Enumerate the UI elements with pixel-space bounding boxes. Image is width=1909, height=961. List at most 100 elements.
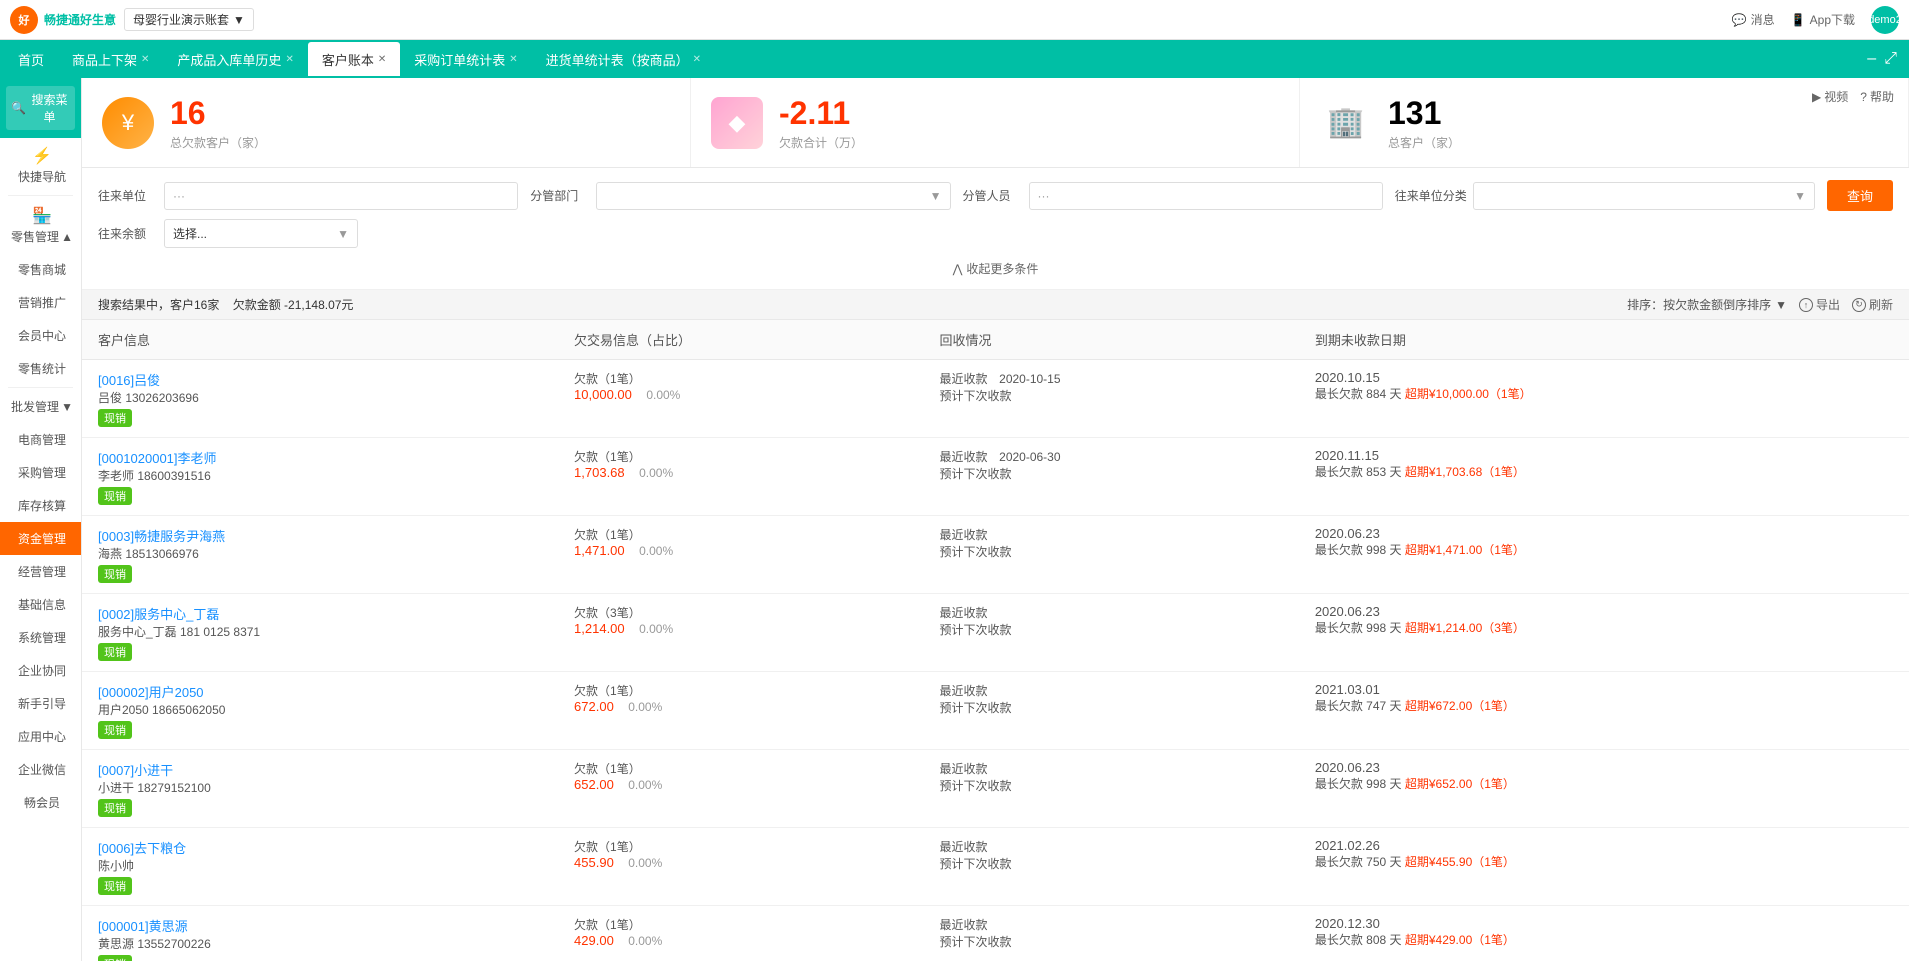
debt-amount: 1,703.68 <box>574 465 625 480</box>
sidebar-item-wholesale-mgmt[interactable]: 批发管理 ▼ <box>0 390 81 423</box>
debt-pct: 0.00% <box>628 700 662 714</box>
sidebar-item-member-center[interactable]: 会员中心 <box>0 319 81 352</box>
overdue-days: 最长欠款 884 天 <box>1315 387 1405 401</box>
balance-value: 选择... <box>173 225 207 242</box>
filter-manager: 分管人员 <box>963 182 1383 210</box>
close-tab-icon[interactable]: ✕ <box>378 54 386 65</box>
search-button[interactable]: 查询 <box>1827 180 1893 211</box>
balance-select[interactable]: 选择... ▼ <box>164 219 358 248</box>
latest-label: 最近收款 <box>940 916 1283 933</box>
sidebar-item-purchase[interactable]: 采购管理 <box>0 456 81 489</box>
recovery-cell: 最近收款 预计下次收款 <box>924 594 1299 672</box>
close-tab-icon[interactable]: ✕ <box>285 54 293 65</box>
due-date-cell: 2020.06.23 最长欠款 998 天 超期¥1,471.00（1笔） <box>1299 516 1909 594</box>
minimize-icon[interactable]: – <box>1867 50 1876 68</box>
avatar-text: demo2 <box>1868 14 1902 26</box>
customer-tag: 现销 <box>98 721 132 739</box>
filter-counterparty: 往来单位 <box>98 182 518 210</box>
debt-customers-label: 总欠款客户（家） <box>170 134 266 151</box>
counterparty-input[interactable] <box>164 182 518 210</box>
customer-id-link[interactable]: [0002]服务中心_丁磊 <box>98 604 542 623</box>
recovery-cell: 最近收款 预计下次收款 <box>924 672 1299 750</box>
overdue-amount[interactable]: 超期¥1,214.00（3笔） <box>1405 621 1525 635</box>
overdue-amount[interactable]: 超期¥1,703.68（1笔） <box>1405 465 1525 479</box>
tab-purchase-order-stats[interactable]: 采购订单统计表 ✕ <box>400 42 531 76</box>
debt-pct: 0.00% <box>639 622 673 636</box>
sidebar-item-ecommerce[interactable]: 电商管理 <box>0 423 81 456</box>
help-btn[interactable]: ? 帮助 <box>1860 88 1894 105</box>
sidebar-item-wechat[interactable]: 企业微信 <box>0 753 81 786</box>
customer-id-link[interactable]: [0016]吕俊 <box>98 370 542 389</box>
tab-home[interactable]: 首页 <box>4 42 58 76</box>
message-btn[interactable]: 💬 消息 <box>1732 11 1775 28</box>
next-label: 预计下次收款 <box>940 465 1283 482</box>
overdue-amount[interactable]: 超期¥1,471.00（1笔） <box>1405 543 1525 557</box>
dept-select[interactable]: ▼ <box>596 182 950 210</box>
refresh-btn[interactable]: ↻ 刷新 <box>1852 296 1893 313</box>
overdue-amount[interactable]: 超期¥672.00（1笔） <box>1405 699 1515 713</box>
video-btn[interactable]: ▶ 视频 <box>1812 88 1848 105</box>
col-customer-info: 客户信息 <box>82 320 558 360</box>
overdue-amount[interactable]: 超期¥652.00（1笔） <box>1405 777 1515 791</box>
sidebar-item-app-center[interactable]: 应用中心 <box>0 720 81 753</box>
manager-input[interactable] <box>1029 182 1383 210</box>
sidebar-item-retail-mall[interactable]: 零售商城 <box>0 253 81 286</box>
customer-id-link[interactable]: [0001020001]李老师 <box>98 448 542 467</box>
due-date-cell: 2020.06.23 最长欠款 998 天 超期¥652.00（1笔） <box>1299 750 1909 828</box>
sidebar-item-retail-stats[interactable]: 零售统计 <box>0 352 81 385</box>
sidebar-item-system[interactable]: 系统管理 <box>0 621 81 654</box>
sidebar-item-operations[interactable]: 经营管理 <box>0 555 81 588</box>
sidebar-item-vip[interactable]: 畅会员 <box>0 786 81 819</box>
sidebar-item-finance[interactable]: 资金管理 <box>0 522 81 555</box>
app-download-btn[interactable]: 📱 App下载 <box>1791 11 1855 28</box>
customer-id-link[interactable]: [0006]去下粮仓 <box>98 838 542 857</box>
sidebar-item-enterprise[interactable]: 企业协同 <box>0 654 81 687</box>
overdue-amount[interactable]: 超期¥455.90（1笔） <box>1405 855 1515 869</box>
latest-label: 最近收款 <box>940 838 1283 855</box>
customer-id-link[interactable]: [0007]小进干 <box>98 760 542 779</box>
brand-select[interactable]: 母婴行业演示账套 ▼ <box>124 8 254 31</box>
card-total-debt: ◆ -2.11 欠款合计（万） <box>691 78 1300 167</box>
debt-amount: 652.00 <box>574 777 614 792</box>
debt-amount: 10,000.00 <box>574 387 632 402</box>
sidebar-item-guide[interactable]: 新手引导 <box>0 687 81 720</box>
debt-count: 欠款（1笔） <box>574 838 907 855</box>
recovery-cell: 最近收款 2020-10-15 预计下次收款 <box>924 360 1299 438</box>
sidebar-item-retail-mgmt[interactable]: 🏪 零售管理 ▲ <box>0 198 81 253</box>
table-row: [0016]吕俊 吕俊 13026203696 现销 欠款（1笔） 10,000… <box>82 360 1909 438</box>
maximize-icon[interactable]: ⤢ <box>1884 50 1897 68</box>
help-label: 帮助 <box>1870 88 1894 105</box>
sidebar-divider-2 <box>8 387 73 388</box>
nav-tabs: 首页 商品上下架 ✕ 产成品入库单历史 ✕ 客户账本 ✕ 采购订单统计表 ✕ 进… <box>0 40 1909 78</box>
quick-nav-icon: ⚡ <box>7 146 77 166</box>
tab-products-listing[interactable]: 商品上下架 ✕ <box>58 42 163 76</box>
close-tab-icon[interactable]: ✕ <box>509 54 517 65</box>
sort-select[interactable]: 排序：按欠款金额倒序排序 ▼ <box>1627 296 1787 313</box>
tab-inbound-stats-by-product[interactable]: 进货单统计表（按商品） ✕ <box>532 42 715 76</box>
table-row: [0006]去下粮仓 陈小帅 现销 欠款（1笔） 455.90 0.00% 最近… <box>82 828 1909 906</box>
overdue-amount[interactable]: 超期¥10,000.00（1笔） <box>1405 387 1532 401</box>
category-select[interactable]: ▼ <box>1473 182 1815 210</box>
overdue-amount[interactable]: 超期¥429.00（1笔） <box>1405 933 1515 947</box>
sidebar-item-inventory[interactable]: 库存核算 <box>0 489 81 522</box>
close-tab-icon[interactable]: ✕ <box>693 54 701 65</box>
customer-id-link[interactable]: [0003]畅捷服务尹海燕 <box>98 526 542 545</box>
due-date: 2020.11.15 <box>1315 448 1893 463</box>
customer-name: 小进干 18279152100 <box>98 779 542 796</box>
customer-cell: [0002]服务中心_丁磊 服务中心_丁磊 181 0125 8371 现销 <box>82 594 558 672</box>
tab-inbound-history[interactable]: 产成品入库单历史 ✕ <box>163 42 307 76</box>
collapse-btn[interactable]: ⋀ 收起更多条件 <box>98 256 1893 281</box>
tab-customer-account[interactable]: 客户账本 ✕ <box>308 42 400 76</box>
sidebar-item-quick-nav[interactable]: ⚡ 快捷导航 <box>0 138 81 193</box>
export-btn[interactable]: ↑ 导出 <box>1799 296 1840 313</box>
sidebar-item-basic-info[interactable]: 基础信息 <box>0 588 81 621</box>
debt-cell: 欠款（3笔） 1,214.00 0.00% <box>558 594 923 672</box>
customer-id-link[interactable]: [000001]黄思源 <box>98 916 542 935</box>
user-avatar-btn[interactable]: demo2 <box>1871 6 1899 34</box>
total-customers-value: 131 <box>1388 95 1460 132</box>
search-menu-btn[interactable]: 🔍 搜索菜单 <box>6 86 75 130</box>
customer-id-link[interactable]: [000002]用户2050 <box>98 682 542 701</box>
sidebar-item-marketing[interactable]: 营销推广 <box>0 286 81 319</box>
overdue-days: 最长欠款 808 天 <box>1315 933 1405 947</box>
close-tab-icon[interactable]: ✕ <box>141 54 149 65</box>
